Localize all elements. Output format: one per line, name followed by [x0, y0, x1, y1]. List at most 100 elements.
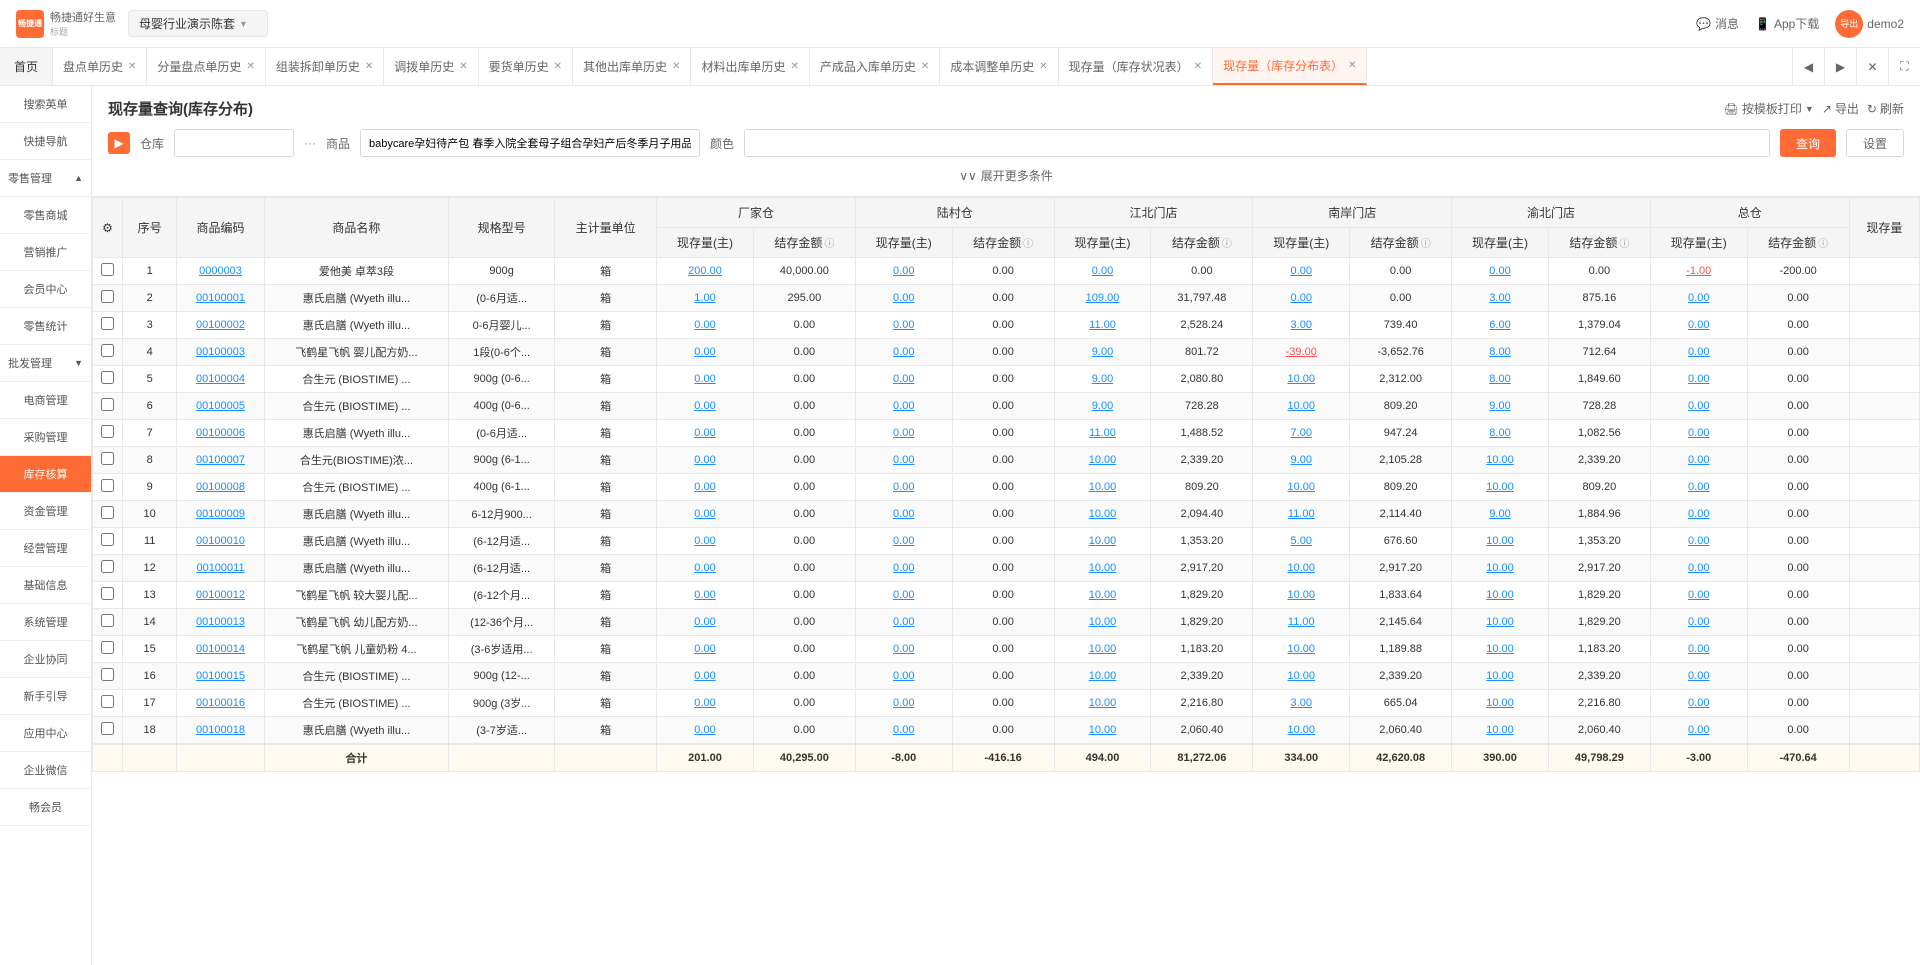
sidebar-item-ecommerce[interactable]: 电商管理	[0, 382, 91, 419]
close-icon[interactable]: ✕	[459, 61, 467, 72]
row-yb-stock: 10.00	[1452, 663, 1549, 690]
row-check[interactable]	[93, 609, 123, 636]
sidebar-item-wholesale[interactable]: 批发管理 ▼	[0, 345, 91, 382]
settings-button[interactable]: 设置	[1846, 129, 1904, 157]
warehouse-input[interactable]	[174, 129, 294, 157]
sidebar-item-system[interactable]: 系统管理	[0, 604, 91, 641]
row-check[interactable]	[93, 339, 123, 366]
row-check[interactable]	[93, 528, 123, 555]
product-input[interactable]	[360, 129, 700, 157]
row-check[interactable]	[93, 312, 123, 339]
row-check[interactable]	[93, 636, 123, 663]
print-button[interactable]: 🖨 按模板打印 ▼	[1724, 100, 1814, 117]
row-check[interactable]	[93, 690, 123, 717]
query-button[interactable]: 查询	[1780, 129, 1836, 157]
sidebar-item-purchase[interactable]: 采购管理	[0, 419, 91, 456]
tab-purchase-order[interactable]: 要货单历史 ✕	[479, 48, 573, 85]
tab-inventory-single[interactable]: 盘点单历史 ✕	[53, 48, 147, 85]
row-check[interactable]	[93, 258, 123, 285]
row-check[interactable]	[93, 366, 123, 393]
total-stock-header: 现存量(主)	[1650, 228, 1747, 258]
color-input[interactable]	[744, 129, 1770, 157]
app-download-button[interactable]: 📱 App下载	[1755, 15, 1819, 32]
sidebar-item-member[interactable]: 会员中心	[0, 271, 91, 308]
tab-sub-inventory[interactable]: 分量盘点单历史 ✕	[147, 48, 265, 85]
row-check[interactable]	[93, 393, 123, 420]
sidebar-item-app-center[interactable]: 应用中心	[0, 715, 91, 752]
tab-other-out[interactable]: 其他出库单历史 ✕	[573, 48, 691, 85]
tab-prev-button[interactable]: ◀	[1792, 48, 1824, 85]
row-check[interactable]	[93, 420, 123, 447]
row-total-stock: 0.00	[1650, 528, 1747, 555]
close-icon[interactable]: ✕	[921, 61, 929, 72]
close-icon[interactable]: ✕	[672, 61, 680, 72]
row-total-stock: 0.00	[1650, 690, 1747, 717]
row-check[interactable]	[93, 582, 123, 609]
industry-selector[interactable]: 母婴行业演示陈套 ▼	[128, 10, 268, 37]
refresh-button[interactable]: ↻ 刷新	[1867, 100, 1904, 117]
tab-group-disassemble[interactable]: 组装拆卸单历史 ✕	[266, 48, 384, 85]
row-lc-amount: 0.00	[952, 312, 1054, 339]
gear-column-header[interactable]: ⚙	[93, 198, 123, 258]
row-lc-stock: 0.00	[855, 312, 952, 339]
row-check[interactable]	[93, 285, 123, 312]
info-icon[interactable]: ⓘ	[1023, 239, 1033, 250]
info-icon[interactable]: ⓘ	[1619, 239, 1629, 250]
tab-expand-button[interactable]: ⛶	[1888, 48, 1920, 85]
row-check[interactable]	[93, 447, 123, 474]
tab-cost-adjust[interactable]: 成本调整单历史 ✕	[940, 48, 1058, 85]
tab-stock-status[interactable]: 现存量（库存状况表） ✕	[1059, 48, 1213, 85]
lucun-group-header: 陆村仓	[855, 198, 1054, 228]
row-check[interactable]	[93, 474, 123, 501]
expand-more-button[interactable]: ∨∨ 展开更多条件	[955, 163, 1057, 188]
tab-bar: 首页 盘点单历史 ✕ 分量盘点单历史 ✕ 组装拆卸单历史 ✕ 调拨单历史 ✕ 要…	[0, 48, 1920, 86]
close-icon[interactable]: ✕	[365, 61, 373, 72]
tab-material-out[interactable]: 材料出库单历史 ✕	[691, 48, 809, 85]
tab-home[interactable]: 首页	[0, 48, 53, 85]
row-no: 8	[123, 447, 177, 474]
user-avatar[interactable]: 导出 demo2	[1835, 10, 1904, 38]
sidebar-item-finance[interactable]: 资金管理	[0, 493, 91, 530]
sidebar-item-retail-shop[interactable]: 零售商城	[0, 197, 91, 234]
info-icon[interactable]: ⓘ	[1222, 239, 1232, 250]
info-icon[interactable]: ⓘ	[824, 239, 834, 250]
row-lc-amount: 0.00	[952, 285, 1054, 312]
tab-product-in[interactable]: 产成品入库单历史 ✕	[810, 48, 940, 85]
expand-more-row: ∨∨ 展开更多条件	[108, 163, 1904, 188]
close-icon[interactable]: ✕	[1348, 60, 1356, 71]
row-lc-amount: 0.00	[952, 528, 1054, 555]
close-icon[interactable]: ✕	[246, 61, 254, 72]
sidebar-item-quick-nav[interactable]: 快捷导航	[0, 123, 91, 160]
sidebar-item-new-guide[interactable]: 新手引导	[0, 678, 91, 715]
row-lc-amount: 0.00	[952, 582, 1054, 609]
close-icon[interactable]: ✕	[554, 61, 562, 72]
tab-stock-dist[interactable]: 现存量（库存分布表） ✕	[1213, 48, 1367, 85]
sidebar-item-marketing[interactable]: 营销推广	[0, 234, 91, 271]
sidebar-item-basic[interactable]: 基础信息	[0, 567, 91, 604]
tab-transfer[interactable]: 调拨单历史 ✕	[384, 48, 478, 85]
close-icon[interactable]: ✕	[1039, 61, 1047, 72]
tab-next-button[interactable]: ▶	[1824, 48, 1856, 85]
sidebar-item-member2[interactable]: 畅会员	[0, 789, 91, 826]
row-check[interactable]	[93, 717, 123, 745]
sidebar-item-operation[interactable]: 经营管理	[0, 530, 91, 567]
sidebar-item-corp-wechat[interactable]: 企业微信	[0, 752, 91, 789]
sidebar-item-inventory[interactable]: 库存核算	[0, 456, 91, 493]
info-icon[interactable]: ⓘ	[1421, 239, 1431, 250]
table-wrapper[interactable]: ⚙ 序号 商品编码 商品名称 规格型号 主计量单位 厂家仓 陆村仓 江北门店 南…	[92, 197, 1920, 965]
close-icon[interactable]: ✕	[1194, 61, 1202, 72]
tab-close-all-button[interactable]: ✕	[1856, 48, 1888, 85]
info-icon[interactable]: ⓘ	[1818, 239, 1828, 250]
close-icon[interactable]: ✕	[128, 61, 136, 72]
close-icon[interactable]: ✕	[790, 61, 798, 72]
row-check[interactable]	[93, 501, 123, 528]
export-button[interactable]: ↗ 导出	[1822, 100, 1859, 117]
sidebar-item-enterprise[interactable]: 企业协同	[0, 641, 91, 678]
sidebar-item-retail-mgmt[interactable]: 零售管理 ▲	[0, 160, 91, 197]
sidebar-item-retail-stats[interactable]: 零售统计	[0, 308, 91, 345]
filter-expand-button[interactable]: ▶	[108, 132, 130, 154]
sidebar-item-search[interactable]: 搜索英单	[0, 86, 91, 123]
row-check[interactable]	[93, 663, 123, 690]
row-check[interactable]	[93, 555, 123, 582]
message-button[interactable]: 💬 消息	[1696, 15, 1739, 32]
